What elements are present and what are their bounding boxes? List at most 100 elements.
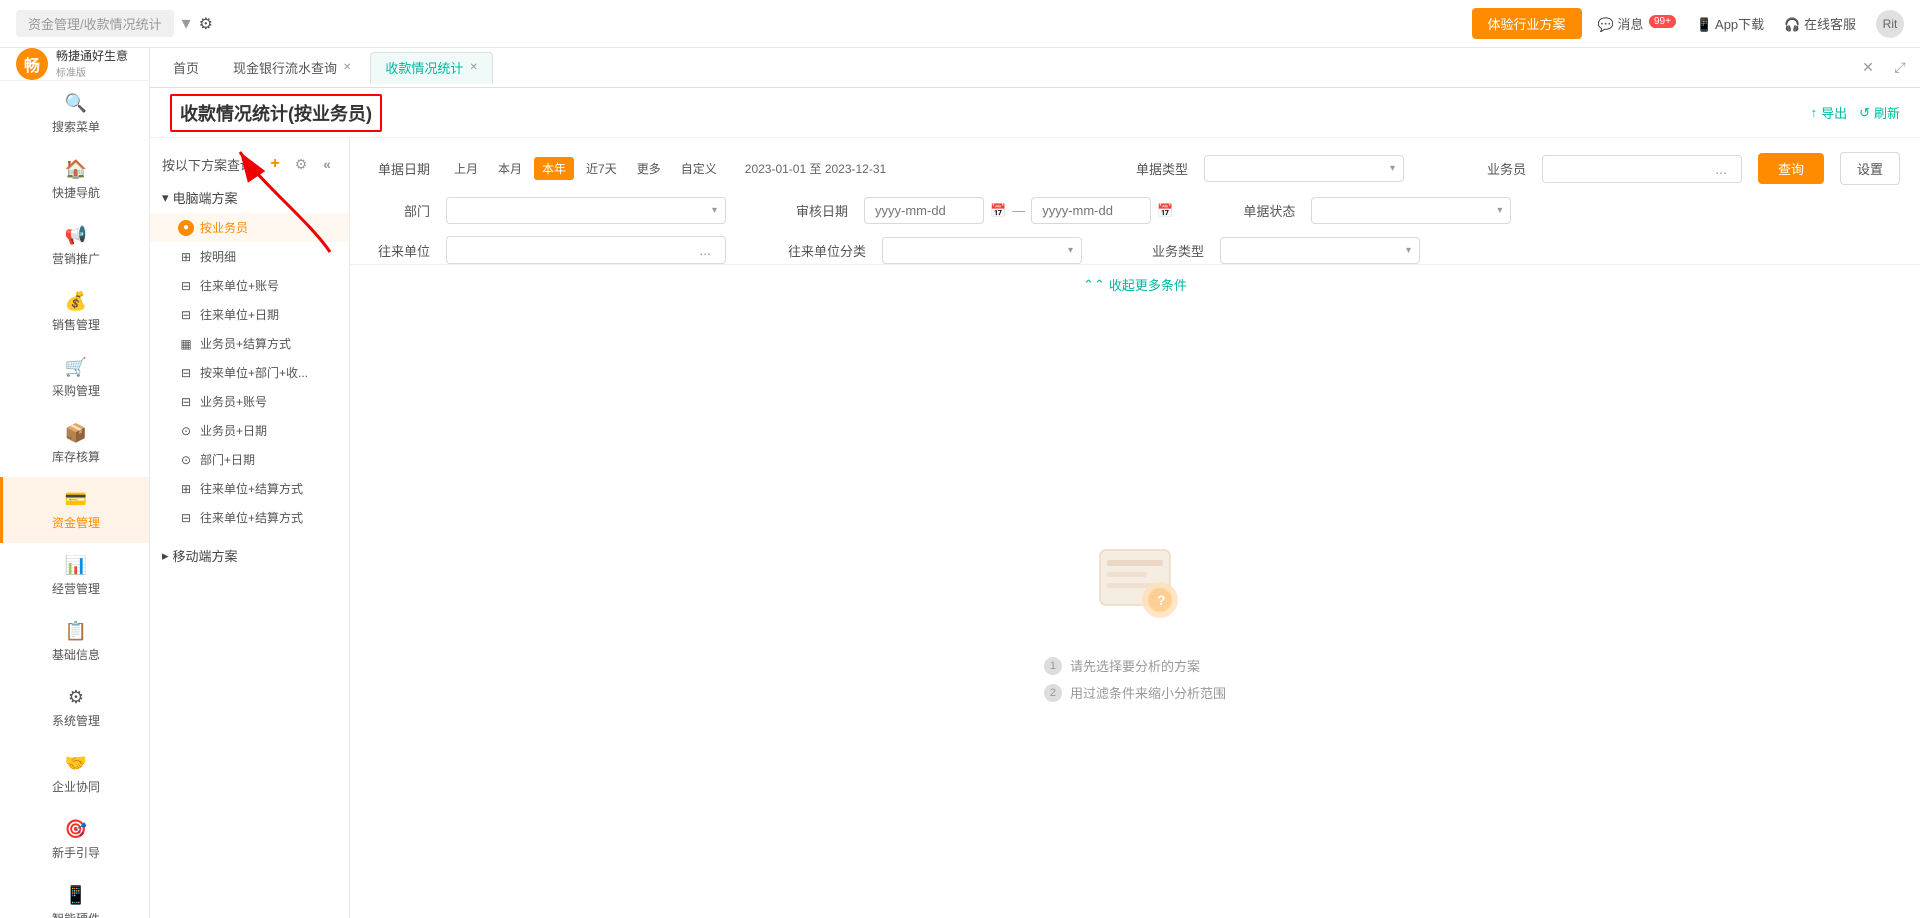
doc-type-label: 单据类型 [1128, 159, 1188, 178]
counterpart-dept-icon: ⊟ [178, 365, 194, 381]
counterpart-input[interactable]: ... [446, 236, 726, 264]
tab-receipt[interactable]: 收款情况统计 ✕ [370, 52, 492, 84]
doc-type-select[interactable]: ▾ [1204, 155, 1404, 182]
page-actions: ↑ 导出 ↺ 刷新 [1811, 103, 1900, 122]
tab-bank-close[interactable]: ✕ [343, 62, 351, 73]
export-icon: ↑ [1811, 105, 1818, 120]
tab-bank[interactable]: 现金银行流水查询 ✕ [218, 52, 366, 84]
date-tab-this-year[interactable]: 本年 [534, 157, 574, 180]
tree-item-salesperson-calc[interactable]: ▦ 业务员+结算方式 [150, 329, 349, 358]
query-button[interactable]: 查询 [1758, 153, 1824, 184]
biz-type-dropdown-icon: ▾ [1406, 245, 1411, 256]
sidebar-item-search[interactable]: 🔍 搜索菜单 [0, 81, 149, 147]
marketing-icon: 📢 [65, 225, 87, 246]
tree-item-salesperson-date[interactable]: ⊙ 业务员+日期 [150, 416, 349, 445]
add-scheme-icon[interactable]: + [265, 154, 285, 174]
sidebar-item-hardware[interactable]: 📱 智能硬件 [0, 873, 149, 918]
audit-date-start[interactable] [864, 197, 984, 224]
counterpart-label: 往来单位 [370, 241, 430, 260]
trial-button[interactable]: 体验行业方案 [1472, 8, 1582, 39]
tree-group-desktop[interactable]: ▾ 电脑端方案 [150, 182, 349, 213]
scheme-settings-icon[interactable]: ⚙ [291, 154, 311, 174]
sidebar-item-basic[interactable]: 📋 基础信息 [0, 609, 149, 675]
home-icon: 🏠 [65, 159, 87, 180]
operations-icon: 📊 [65, 555, 87, 576]
dept-select[interactable]: ▾ [446, 197, 726, 224]
tree-item-dept-date[interactable]: ⊙ 部门+日期 [150, 445, 349, 474]
dept-label: 部门 [370, 201, 430, 220]
tree-item-counterpart-dept[interactable]: ⊟ 按来单位+部门+收... [150, 358, 349, 387]
tree-item-salesperson-account[interactable]: ⊟ 业务员+账号 [150, 387, 349, 416]
page-title: 收款情况统计(按业务员) [170, 94, 382, 132]
message-label: 消息 [1617, 17, 1643, 32]
app-download[interactable]: 📱 App下载 [1696, 14, 1764, 33]
sidebar-item-operations[interactable]: 📊 经营管理 [0, 543, 149, 609]
sidebar-item-guide[interactable]: 🎯 新手引导 [0, 807, 149, 873]
sidebar-item-system[interactable]: ⚙ 系统管理 [0, 675, 149, 741]
dept-dropdown-icon: ▾ [712, 205, 717, 216]
sidebar-item-sales[interactable]: 💰 销售管理 [0, 279, 149, 345]
cal-end-icon: 📅 [1157, 203, 1173, 219]
sales-icon: 💰 [65, 291, 87, 312]
corp-icon: 🤝 [65, 753, 87, 774]
counterpart-cat-dropdown-icon: ▾ [1068, 245, 1073, 256]
page-header: 收款情况统计(按业务员) ↑ 导出 ↺ 刷新 [150, 88, 1920, 138]
breadcrumb-dropdown[interactable]: ▾ [182, 13, 191, 34]
collapse-bar[interactable]: ⌃⌃ 收起更多条件 [350, 264, 1920, 304]
sidebar-item-marketing[interactable]: 📢 营销推广 [0, 213, 149, 279]
doc-status-label: 单据状态 [1235, 201, 1295, 220]
salesperson-more-icon[interactable]: ... [1711, 161, 1731, 177]
online-service[interactable]: 🎧 在线客服 [1784, 14, 1856, 33]
counterpart-more-icon[interactable]: ... [695, 242, 715, 258]
top-icon-group: 💬 消息 99+ 📱 App下载 🎧 在线客服 Rit [1598, 10, 1904, 38]
counterpart-account-icon: ⊟ [178, 278, 194, 294]
audit-date-end[interactable] [1031, 197, 1151, 224]
sidebar: 畅 畅捷通好生意 标准版 🔍 搜索菜单 🏠 快捷导航 📢 营销推广 💰 销售管理… [0, 48, 150, 918]
message-icon[interactable]: 💬 消息 99+ [1598, 14, 1676, 33]
tab-home[interactable]: 首页 [158, 52, 214, 84]
hardware-icon: 📱 [65, 885, 87, 906]
biz-type-label: 业务类型 [1144, 241, 1204, 260]
tree-item-by-detail[interactable]: ⊞ 按明细 [150, 242, 349, 271]
settings-icon[interactable]: ⚙ [199, 14, 213, 34]
biz-type-select[interactable]: ▾ [1220, 237, 1420, 264]
filter-settings-button[interactable]: 设置 [1840, 152, 1900, 185]
counterpart-cat-select[interactable]: ▾ [882, 237, 1082, 264]
date-tab-more[interactable]: 更多 [629, 157, 669, 180]
sidebar-item-corp[interactable]: 🤝 企业协同 [0, 741, 149, 807]
expand-window-icon[interactable]: ⤢ [1888, 56, 1912, 80]
audit-date-range: 📅 — 📅 [864, 197, 1173, 224]
finance-icon: 💳 [65, 489, 87, 510]
doc-status-select[interactable]: ▾ [1311, 197, 1511, 224]
tree-item-counterpart-account[interactable]: ⊟ 往来单位+账号 [150, 271, 349, 300]
sidebar-item-purchase[interactable]: 🛒 采购管理 [0, 345, 149, 411]
tree-item-by-salesperson[interactable]: ● 按业务员 [150, 213, 349, 242]
avatar[interactable]: Rit [1876, 10, 1904, 38]
logo-text: 畅捷通好生意 标准版 [56, 49, 128, 80]
tree-item-counterpart-calc[interactable]: ⊞ 往来单位+结算方式 [150, 474, 349, 503]
export-button[interactable]: ↑ 导出 [1811, 103, 1848, 122]
date-tab-this-month[interactable]: 本月 [490, 157, 530, 180]
counterpart-cat-label: 往来单位分类 [788, 241, 866, 260]
panel-collapse-icon[interactable]: « [317, 154, 337, 174]
tree-item-counterpart-calc2[interactable]: ⊟ 往来单位+结算方式 [150, 503, 349, 532]
salesperson-input[interactable]: ... [1542, 155, 1742, 183]
empty-illustration: ? [1075, 520, 1195, 640]
tree-item-counterpart-date[interactable]: ⊟ 往来单位+日期 [150, 300, 349, 329]
tree-group-expand-icon: ▾ [162, 190, 169, 206]
sidebar-logo: 畅 畅捷通好生意 标准版 [0, 48, 149, 81]
date-range-display: 2023-01-01 至 2023-12-31 [745, 160, 886, 177]
date-tab-prev-month[interactable]: 上月 [446, 157, 486, 180]
tree-group-mobile[interactable]: ▸ 移动端方案 [150, 540, 349, 571]
sidebar-item-inventory[interactable]: 📦 库存核算 [0, 411, 149, 477]
message-badge: 99+ [1649, 15, 1676, 28]
close-window-icon[interactable]: ✕ [1856, 56, 1880, 80]
date-tab-custom[interactable]: 自定义 [673, 157, 725, 180]
sidebar-item-finance[interactable]: 💳 资金管理 [0, 477, 149, 543]
search-icon: 🔍 [65, 93, 87, 114]
doc-type-dropdown-icon: ▾ [1390, 163, 1395, 174]
tab-receipt-close[interactable]: ✕ [469, 62, 477, 73]
date-tab-last7[interactable]: 近7天 [578, 157, 625, 180]
sidebar-item-shortcut[interactable]: 🏠 快捷导航 [0, 147, 149, 213]
refresh-button[interactable]: ↺ 刷新 [1859, 103, 1900, 122]
